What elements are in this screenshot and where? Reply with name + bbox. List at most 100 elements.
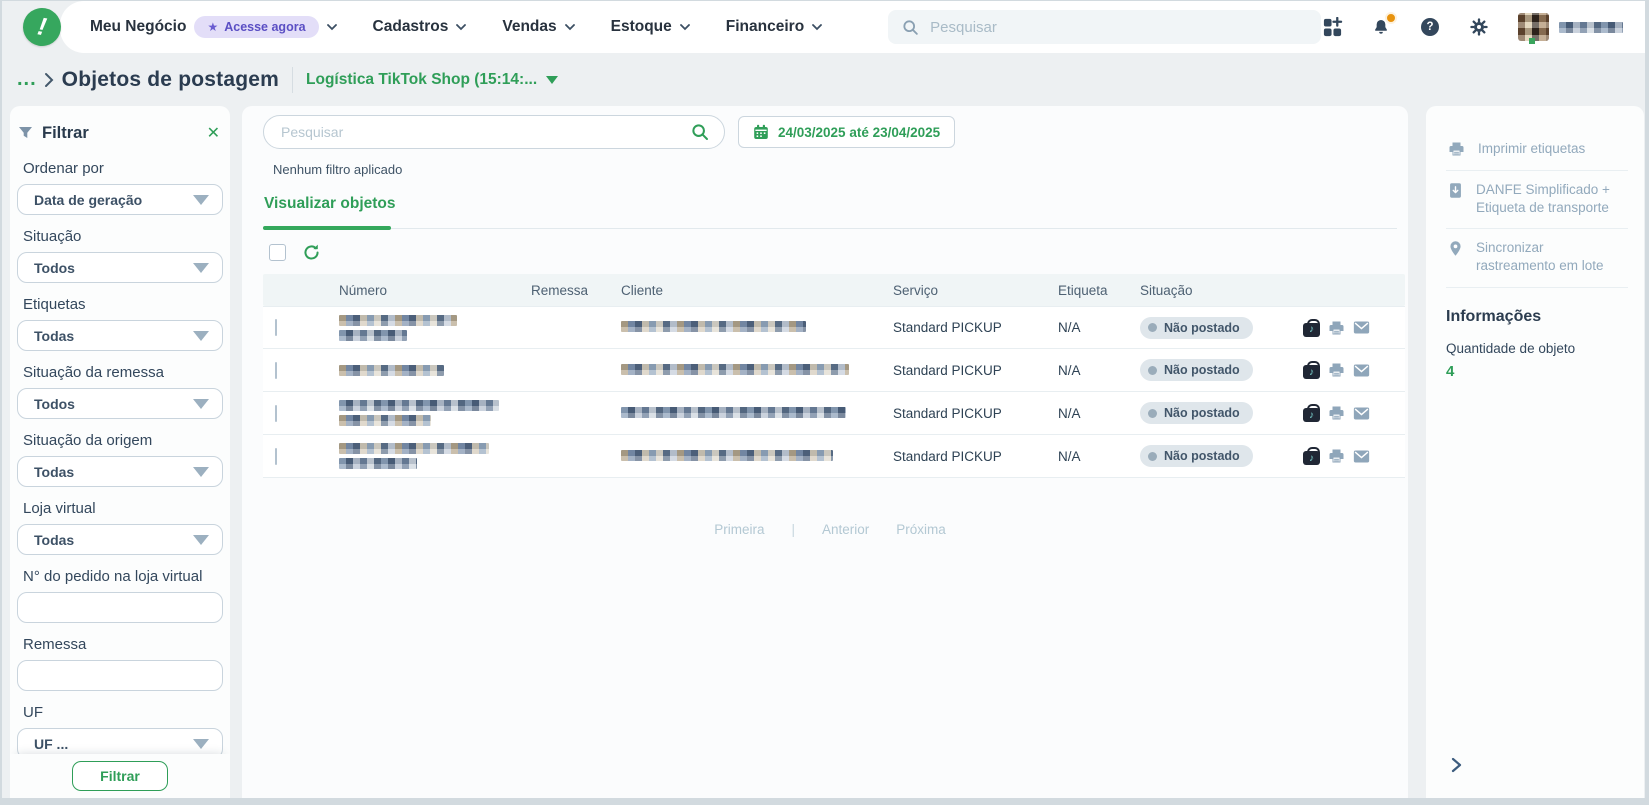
global-search-input[interactable] — [930, 18, 1307, 36]
help-glyph: ? — [1426, 21, 1434, 33]
tiktok-shop-icon[interactable]: ♪ — [1303, 318, 1320, 337]
remessa-input[interactable] — [34, 667, 209, 684]
topbar-icons: ? — [1321, 12, 1490, 38]
column-header: Etiqueta — [1058, 282, 1108, 298]
dropdown-arrow-icon — [193, 534, 209, 545]
username-redacted — [1559, 21, 1623, 33]
pagination-next[interactable]: Próxima — [896, 522, 946, 537]
tiktok-shop-icon[interactable]: ♪ — [1303, 447, 1320, 465]
menu-cadastros[interactable]: Cadastros — [373, 18, 467, 36]
tab-visualizar-objetos[interactable]: Visualizar objetos — [263, 195, 396, 213]
menu-label: Financeiro — [725, 18, 805, 35]
column-header: Número — [339, 282, 388, 298]
dropdown-arrow-icon — [193, 398, 209, 409]
dropdown-arrow-icon — [193, 738, 209, 749]
row-checkbox[interactable] — [275, 361, 277, 379]
action-label: Sincronizar rastreamento em lote — [1476, 240, 1604, 274]
status-badge: Não postado — [1140, 402, 1253, 424]
row-checkbox[interactable] — [275, 404, 277, 422]
table-row: Standard PICKUP N/A Não postado ♪ — [263, 306, 1405, 349]
sort-by-select[interactable]: Data de geração — [17, 184, 223, 215]
field-label: Situação da origem — [23, 432, 153, 449]
column-header: Serviço — [893, 282, 939, 298]
breadcrumb-ellipsis[interactable]: ... — [17, 68, 37, 91]
acesse-agora-badge[interactable]: ★ Acesse agora — [194, 16, 319, 38]
pagination-first[interactable]: Primeira — [714, 522, 764, 537]
table-row: Standard PICKUP N/A Não postado ♪ — [263, 392, 1405, 435]
logistics-context-dropdown[interactable]: Logística TikTok Shop (15:14:... — [306, 70, 559, 89]
filter-header: Filtrar ✕ — [10, 106, 230, 147]
email-icon[interactable] — [1353, 320, 1370, 335]
field-label: Situação — [23, 228, 82, 245]
email-icon[interactable] — [1353, 363, 1370, 378]
filtrar-button[interactable]: Filtrar — [72, 761, 168, 791]
pagination-separator: | — [791, 522, 795, 537]
etiquetas-select[interactable]: Todas — [17, 320, 223, 351]
page-title: Objetos de postagem — [61, 67, 280, 91]
tiktok-shop-icon[interactable]: ♪ — [1303, 361, 1320, 379]
email-icon[interactable] — [1353, 406, 1370, 421]
collapse-panel-chevron[interactable] — [1450, 757, 1463, 778]
row-checkbox[interactable] — [275, 447, 277, 465]
object-quantity-value: 4 — [1446, 363, 1455, 381]
context-label: Logística TikTok Shop (15:14:... — [306, 70, 538, 88]
date-range-label: 24/03/2025 até 23/04/2025 — [778, 124, 941, 140]
loja-virtual-select[interactable]: Todas — [17, 524, 223, 555]
situacao-select[interactable]: Todos — [17, 252, 223, 283]
row-checkbox[interactable] — [275, 319, 277, 336]
dropdown-arrow-icon — [193, 466, 209, 477]
print-icon[interactable] — [1328, 362, 1345, 378]
menu-label: Meu Negócio — [90, 18, 187, 35]
row-actions: ♪ — [1303, 318, 1405, 337]
close-icon[interactable]: ✕ — [207, 123, 220, 143]
menu-estoque[interactable]: Estoque — [611, 18, 690, 36]
select-value: Data de geração — [34, 191, 143, 208]
date-range-button[interactable]: 24/03/2025 até 23/04/2025 — [738, 116, 956, 148]
apps-grid-icon[interactable] — [1321, 16, 1343, 38]
settings-gear-icon[interactable] — [1468, 16, 1490, 38]
servico-cell: Standard PICKUP — [893, 320, 1002, 335]
info-section-title: Informações — [1446, 308, 1542, 326]
pedido-loja-virtual-input[interactable] — [34, 599, 209, 616]
menu-financeiro[interactable]: Financeiro — [725, 18, 823, 36]
pagination-previous[interactable]: Anterior — [822, 522, 869, 537]
print-icon[interactable] — [1328, 448, 1345, 464]
etiqueta-cell: N/A — [1058, 405, 1081, 421]
bling-logo[interactable]: ! — [19, 4, 65, 50]
topbar-card: Meu Negócio ★ Acesse agora Cadastros Ven… — [60, 1, 1645, 53]
email-icon[interactable] — [1353, 449, 1370, 464]
chevron-down-icon — [679, 23, 690, 30]
location-pin-icon — [1450, 241, 1461, 257]
numero-redacted — [339, 443, 531, 469]
objects-search — [263, 115, 725, 149]
pedido-loja-virtual-field — [17, 592, 223, 623]
app-window: ! Meu Negócio ★ Acesse agora Cadastros V… — [0, 0, 1649, 805]
search-icon[interactable] — [691, 123, 709, 141]
print-icon[interactable] — [1328, 320, 1345, 336]
objects-search-input[interactable] — [281, 124, 691, 140]
notifications-bell-icon[interactable] — [1370, 12, 1397, 38]
user-profile-menu[interactable] — [1518, 13, 1623, 44]
danfe-etiqueta-action[interactable]: DANFE Simplificado + Etiqueta de transpo… — [1446, 171, 1628, 229]
menu-meu-negocio[interactable]: Meu Negócio ★ Acesse agora — [90, 16, 337, 38]
servico-cell: Standard PICKUP — [893, 362, 1002, 378]
field-label: N° do pedido na loja virtual — [23, 568, 203, 585]
print-icon[interactable] — [1328, 405, 1345, 421]
field-label: UF — [23, 704, 43, 721]
imprimir-etiquetas-action[interactable]: Imprimir etiquetas — [1446, 130, 1628, 170]
situacao-origem-select[interactable]: Todas — [17, 456, 223, 487]
chevron-down-icon — [812, 23, 823, 30]
menu-vendas[interactable]: Vendas — [502, 18, 575, 36]
sincronizar-rastreamento-action[interactable]: Sincronizar rastreamento em lote — [1446, 229, 1628, 287]
dropdown-arrow-icon — [193, 262, 209, 273]
refresh-icon[interactable] — [303, 244, 320, 261]
remessa-field — [17, 660, 223, 691]
help-icon[interactable]: ? — [1419, 16, 1441, 38]
numero-redacted — [339, 364, 531, 376]
tiktok-shop-icon[interactable]: ♪ — [1303, 404, 1320, 422]
situacao-remessa-select[interactable]: Todos — [17, 388, 223, 419]
status-dot-icon — [1148, 408, 1157, 418]
pagination: Primeira | Anterior Próxima — [263, 522, 1397, 537]
select-all-checkbox[interactable] — [269, 244, 286, 261]
divider — [1446, 287, 1628, 289]
